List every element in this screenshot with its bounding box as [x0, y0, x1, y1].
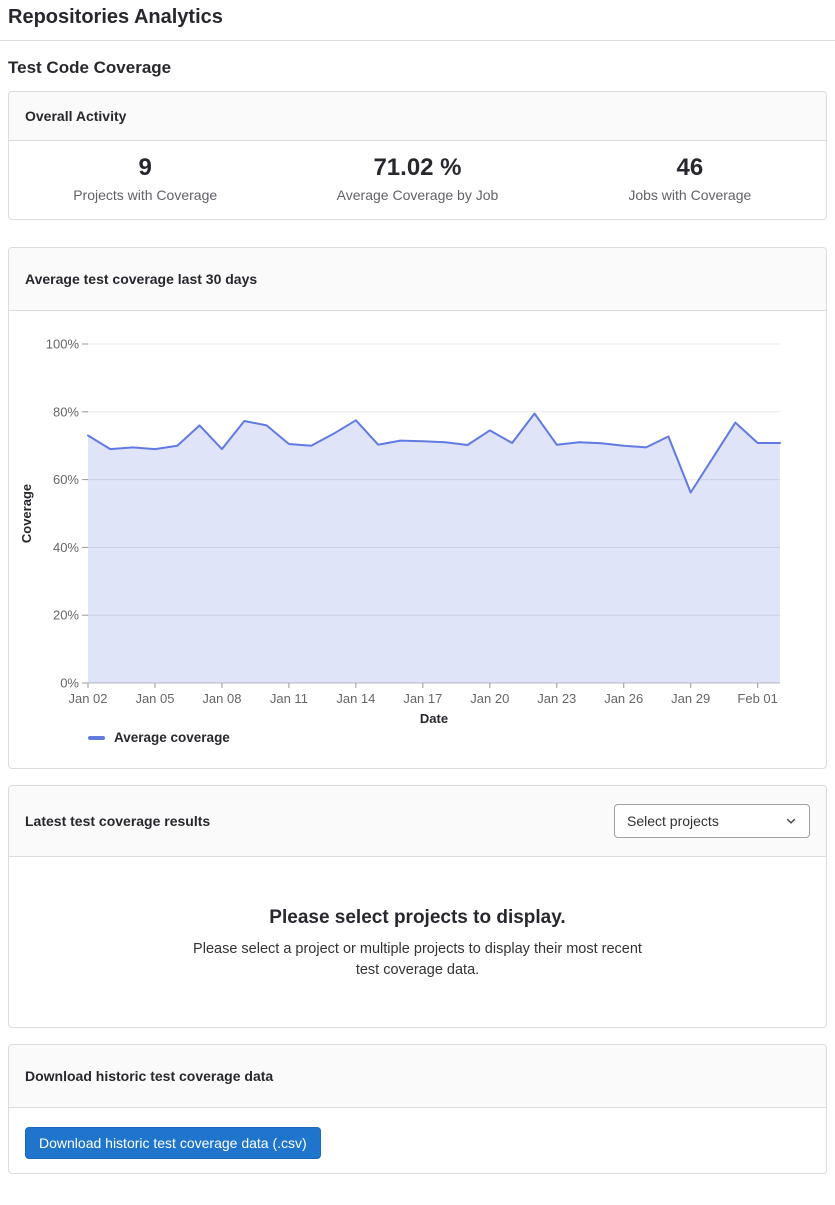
x-tick-label: Jan 23: [537, 691, 576, 706]
download-card-header: Download historic test coverage data: [9, 1045, 826, 1108]
x-tick-label: Jan 29: [671, 691, 710, 706]
x-tick-label: Jan 08: [202, 691, 241, 706]
latest-results-header: Latest test coverage results Select proj…: [9, 786, 826, 857]
stat-projects-with-coverage: 9 Projects with Coverage: [9, 154, 281, 203]
download-card: Download historic test coverage data Dow…: [8, 1044, 827, 1174]
x-tick-label: Feb 01: [737, 691, 777, 706]
stat-value: 71.02 %: [281, 154, 553, 182]
overall-activity-stats: 9 Projects with Coverage 71.02 % Average…: [9, 141, 826, 219]
stat-label: Projects with Coverage: [9, 187, 281, 203]
download-card-body: Download historic test coverage data (.c…: [9, 1108, 826, 1173]
chevron-down-icon: [785, 815, 797, 827]
section-title: Test Code Coverage: [8, 41, 827, 91]
x-tick-label: Jan 17: [403, 691, 442, 706]
coverage-area-chart: 0% 20% 40% 60% 80% 100% Jan 02 Jan 05 Jan 08 Jan …: [9, 311, 826, 768]
x-tick-label: Jan 14: [336, 691, 375, 706]
x-tick-label: Jan 11: [270, 691, 308, 706]
chart-legend[interactable]: Average coverage: [88, 730, 230, 745]
y-tick-label: 40%: [53, 540, 79, 555]
y-tick-label: 100%: [46, 337, 80, 352]
overall-activity-header: Overall Activity: [9, 92, 826, 141]
x-tick-label: Jan 26: [604, 691, 643, 706]
y-tick-label: 80%: [53, 404, 79, 419]
stat-label: Jobs with Coverage: [554, 187, 826, 203]
chart-svg: 0% 20% 40% 60% 80% 100% Jan 02 Jan 05 Jan 08 Jan …: [9, 311, 826, 768]
x-tick-label: Jan 05: [135, 691, 174, 706]
select-projects-dropdown[interactable]: Select projects: [614, 804, 810, 838]
latest-results-card: Latest test coverage results Select proj…: [8, 785, 827, 1028]
page-title: Repositories Analytics: [8, 0, 827, 40]
stat-jobs-with-coverage: 46 Jobs with Coverage: [554, 154, 826, 203]
stat-value: 46: [554, 154, 826, 182]
y-axis-name: Coverage: [19, 484, 34, 543]
x-axis-name: Date: [420, 711, 448, 726]
stat-average-coverage: 71.02 % Average Coverage by Job: [281, 154, 553, 203]
latest-results-title: Latest test coverage results: [25, 813, 210, 829]
select-projects-label: Select projects: [627, 813, 719, 829]
y-tick-label: 0%: [60, 676, 79, 691]
empty-state-title: Please select projects to display.: [25, 907, 810, 929]
legend-label: Average coverage: [114, 730, 230, 745]
empty-state-description: Please select a project or multiple proj…: [183, 939, 653, 981]
overall-activity-card: Overall Activity 9 Projects with Coverag…: [8, 91, 827, 220]
y-tick-label: 60%: [53, 472, 79, 487]
x-tick-label: Jan 02: [68, 691, 107, 706]
coverage-chart-header: Average test coverage last 30 days: [9, 248, 826, 311]
x-tick-label: Jan 20: [470, 691, 509, 706]
empty-state: Please select projects to display. Pleas…: [9, 857, 826, 1027]
stat-value: 9: [9, 154, 281, 182]
download-csv-button[interactable]: Download historic test coverage data (.c…: [25, 1127, 321, 1159]
legend-swatch-icon: [88, 736, 105, 740]
coverage-chart-card: Average test coverage last 30 days 0% 20%…: [8, 247, 827, 769]
stat-label: Average Coverage by Job: [281, 187, 553, 203]
y-tick-label: 20%: [53, 608, 79, 623]
